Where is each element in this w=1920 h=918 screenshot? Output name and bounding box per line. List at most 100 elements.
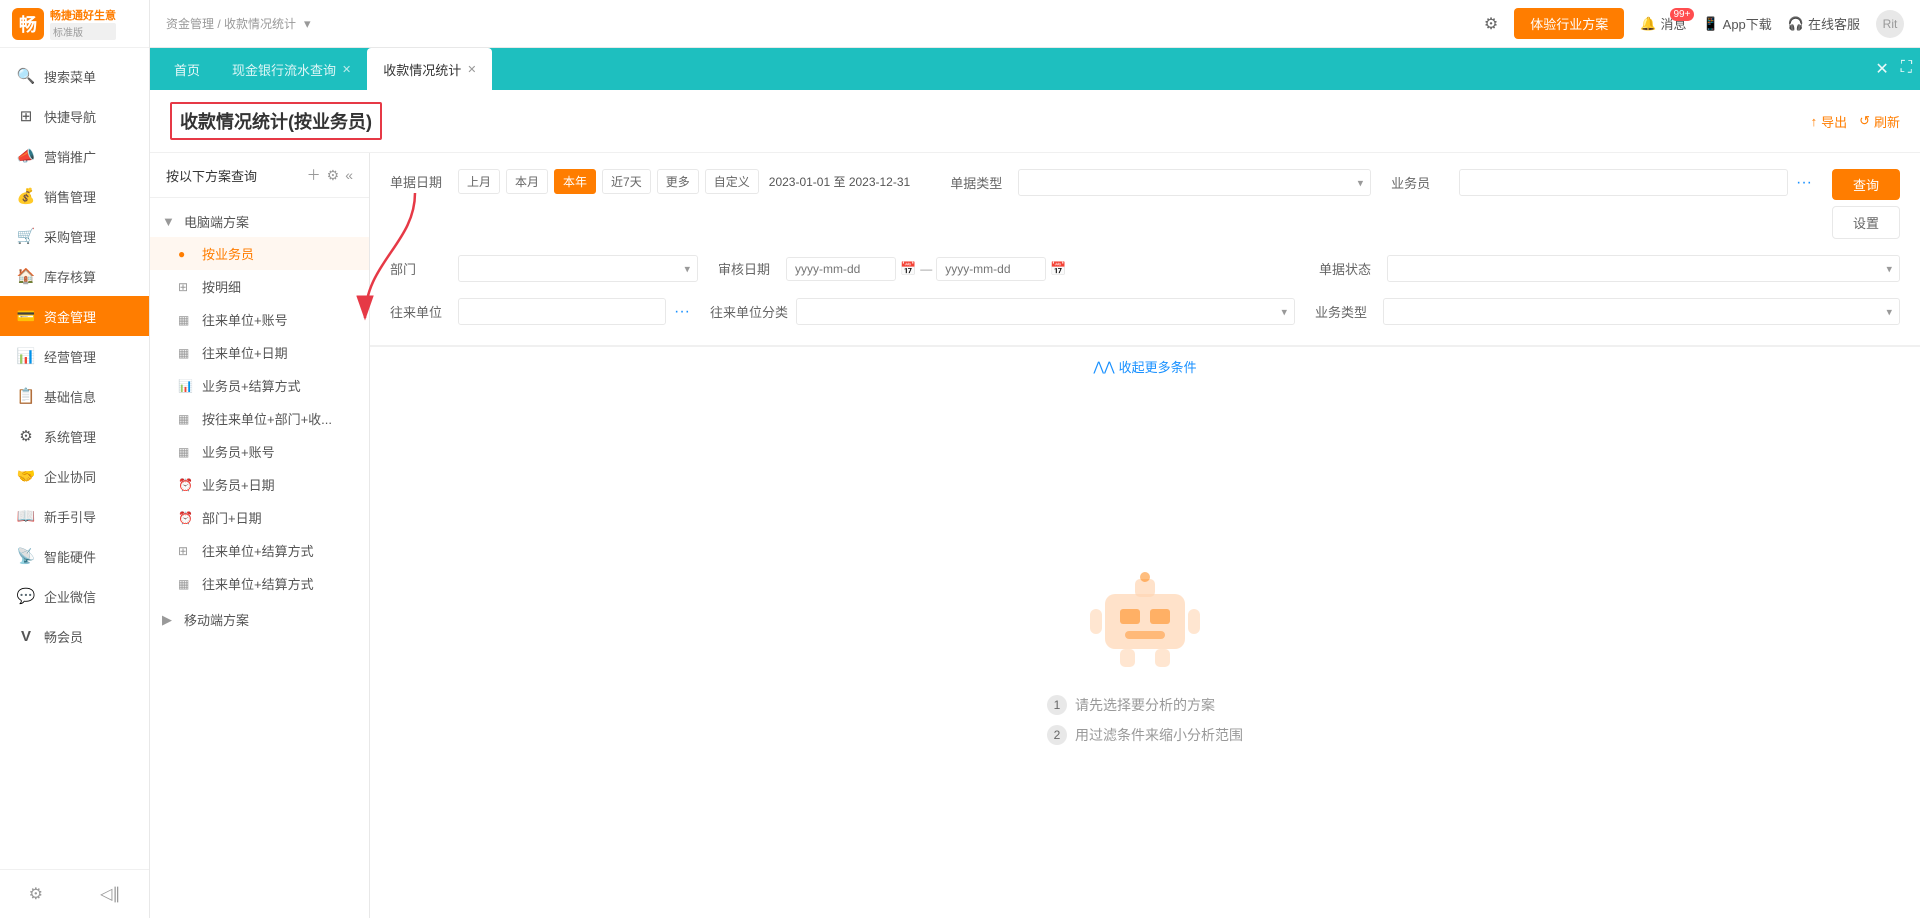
query-button[interactable]: 查询 <box>1832 169 1900 200</box>
settings-bottom-icon[interactable]: ⚙ <box>25 880 47 908</box>
tree-item-staff-account[interactable]: ▦ 业务员+账号 <box>150 435 369 468</box>
sidebar-item-shortcut[interactable]: ⊞ 快捷导航 <box>0 96 149 136</box>
tree-item-partner-settle1[interactable]: ⊞ 往来单位+结算方式 <box>150 534 369 567</box>
date-btn-more[interactable]: 更多 <box>657 169 699 194</box>
date-btn-7days[interactable]: 近7天 <box>602 169 651 194</box>
close-tab-button[interactable]: ✕ <box>1875 59 1888 79</box>
tree-item-by-staff[interactable]: ● 按业务员 <box>150 237 369 270</box>
top-bar: 资金管理 / 收款情况统计 ▾ ⚙ 体验行业方案 🔔 消息 99+ 📱 App下… <box>150 0 1920 48</box>
tree-item-partner-account[interactable]: ▦ 往来单位+账号 <box>150 303 369 336</box>
biztype-select[interactable] <box>1383 298 1900 325</box>
staff-input[interactable] <box>1459 169 1788 196</box>
tree-group-desktop: ▼ 电脑端方案 ● 按业务员 ⊞ 按明细 ▦ 往 <box>150 206 369 600</box>
biztype-select-wrapper <box>1383 298 1900 325</box>
scheme-actions: ＋ ⚙ « <box>307 165 353 185</box>
page-title: 收款情况统计(按业务员) <box>170 102 382 140</box>
collapse-bar[interactable]: ⋀⋀ 收起更多条件 <box>370 346 1920 386</box>
active-item-icon: ● <box>178 247 196 261</box>
doctype-select-wrapper <box>1018 169 1371 196</box>
message-button[interactable]: 🔔 消息 99+ <box>1640 14 1686 33</box>
sidebar-item-sales[interactable]: 💰 销售管理 <box>0 176 149 216</box>
sidebar-item-inventory[interactable]: 🏠 库存核算 <box>0 256 149 296</box>
home-tab-label: 首页 <box>174 60 200 79</box>
audit-date-from[interactable] <box>786 257 896 281</box>
partner-category-select-wrapper <box>796 298 1295 325</box>
tree-group-desktop-header[interactable]: ▼ 电脑端方案 <box>150 206 369 237</box>
sidebar-item-guide[interactable]: 📖 新手引导 <box>0 496 149 536</box>
customer-service-button[interactable]: 🎧 在线客服 <box>1788 14 1860 33</box>
user-avatar[interactable]: Rit <box>1876 10 1904 38</box>
tree-item-partner-dept-recv[interactable]: ▦ 按往来单位+部门+收... <box>150 402 369 435</box>
sidebar-item-system[interactable]: ⚙ 系统管理 <box>0 416 149 456</box>
date-btn-prev-month[interactable]: 上月 <box>458 169 500 194</box>
bank-tab-close[interactable]: ✕ <box>342 63 351 76</box>
filter-settings-button[interactable]: 设置 <box>1832 206 1900 239</box>
sidebar-item-iot[interactable]: 📡 智能硬件 <box>0 536 149 576</box>
tree-item-staff-date[interactable]: ⏰ 业务员+日期 <box>150 468 369 501</box>
sidebar-item-purchase[interactable]: 🛒 采购管理 <box>0 216 149 256</box>
refresh-icon: ↺ <box>1859 113 1870 129</box>
headset-icon: 🎧 <box>1788 16 1804 32</box>
tab-bar-actions: ✕ ⛶ <box>1875 59 1912 79</box>
scheme-settings-button[interactable]: ⚙ <box>327 167 340 184</box>
staff-more-icon[interactable]: ··· <box>1796 174 1812 192</box>
refresh-button[interactable]: ↺ 刷新 <box>1859 112 1900 131</box>
iot-icon: 📡 <box>16 546 36 566</box>
partner-category-select[interactable] <box>796 298 1295 325</box>
trial-button[interactable]: 体验行业方案 <box>1514 8 1624 39</box>
tree-item-by-detail[interactable]: ⊞ 按明细 <box>150 270 369 303</box>
dept-select[interactable] <box>458 255 698 282</box>
sidebar-item-corp[interactable]: 🤝 企业协同 <box>0 456 149 496</box>
partner-input[interactable] <box>458 298 666 325</box>
date-btn-this-month[interactable]: 本月 <box>506 169 548 194</box>
finance-icon: 💳 <box>16 306 36 326</box>
scheme-collapse-button[interactable]: « <box>345 167 353 183</box>
partner-more-icon[interactable]: ··· <box>674 303 690 321</box>
sidebar-item-member[interactable]: V 畅会员 <box>0 616 149 656</box>
calendar-icon-from[interactable]: 📅 <box>900 261 916 277</box>
tab-receipt[interactable]: 收款情况统计 ✕ <box>367 48 492 90</box>
export-button[interactable]: ↑ 导出 <box>1811 112 1848 131</box>
tree-item-partner-dept-label: 按往来单位+部门+收... <box>202 409 332 428</box>
tree-item-staff-date-label: 业务员+日期 <box>202 475 275 494</box>
sidebar-item-search[interactable]: 🔍 搜索菜单 <box>0 56 149 96</box>
collapse-sidebar-icon[interactable]: ◁∥ <box>96 880 124 908</box>
audit-date-to[interactable] <box>936 257 1046 281</box>
tree-item-partner-date[interactable]: ▦ 往来单位+日期 <box>150 336 369 369</box>
sidebar-item-wechat[interactable]: 💬 企业微信 <box>0 576 149 616</box>
date-btn-this-year[interactable]: 本年 <box>554 169 596 194</box>
tree-item-partner-settle1-label: 往来单位+结算方式 <box>202 541 314 560</box>
tree-group-mobile-label: 移动端方案 <box>184 610 249 629</box>
sidebar-item-operation[interactable]: 📊 经营管理 <box>0 336 149 376</box>
tree-item-partner-settle2[interactable]: ▦ 往来单位+结算方式 <box>150 567 369 600</box>
empty-tip-1: 1 请先选择要分析的方案 <box>1047 695 1243 715</box>
maximize-button[interactable]: ⛶ <box>1901 59 1912 79</box>
docstatus-select-wrapper <box>1387 255 1900 282</box>
tab-home[interactable]: 首页 <box>158 48 216 90</box>
breadcrumb-dropdown-icon[interactable]: ▾ <box>304 16 311 32</box>
tree-item-dept-date[interactable]: ⏰ 部门+日期 <box>150 501 369 534</box>
app-download-button[interactable]: 📱 App下载 <box>1702 14 1771 33</box>
doctype-select[interactable] <box>1018 169 1371 196</box>
sidebar-item-basic[interactable]: 📋 基础信息 <box>0 376 149 416</box>
sidebar-item-marketing[interactable]: 📣 营销推广 <box>0 136 149 176</box>
calendar-icon-to[interactable]: 📅 <box>1050 261 1066 277</box>
sidebar-label-wechat: 企业微信 <box>44 587 96 606</box>
system-icon: ⚙ <box>16 426 36 446</box>
partner-account-icon: ▦ <box>178 313 196 327</box>
tab-bank[interactable]: 现金银行流水查询 ✕ <box>216 48 367 90</box>
tree-item-staff-settlement[interactable]: 📊 业务员+结算方式 <box>150 369 369 402</box>
date-btn-custom[interactable]: 自定义 <box>705 169 759 194</box>
docstatus-select[interactable] <box>1387 255 1900 282</box>
receipt-tab-close[interactable]: ✕ <box>467 63 476 76</box>
tree-group-mobile-header[interactable]: ▶ 移动端方案 <box>150 604 369 635</box>
add-scheme-button[interactable]: ＋ <box>307 165 321 185</box>
dept-label: 部门 <box>390 259 450 278</box>
date-label: 单据日期 <box>390 172 450 191</box>
sidebar-label-system: 系统管理 <box>44 427 96 446</box>
partner-settle1-icon: ⊞ <box>178 544 196 558</box>
topbar-gear-button[interactable]: ⚙ <box>1484 14 1498 34</box>
page-header-actions: ↑ 导出 ↺ 刷新 <box>1811 112 1900 131</box>
sidebar-item-finance[interactable]: 💳 资金管理 <box>0 296 149 336</box>
filter-biztype-block: 业务类型 <box>1315 298 1900 325</box>
